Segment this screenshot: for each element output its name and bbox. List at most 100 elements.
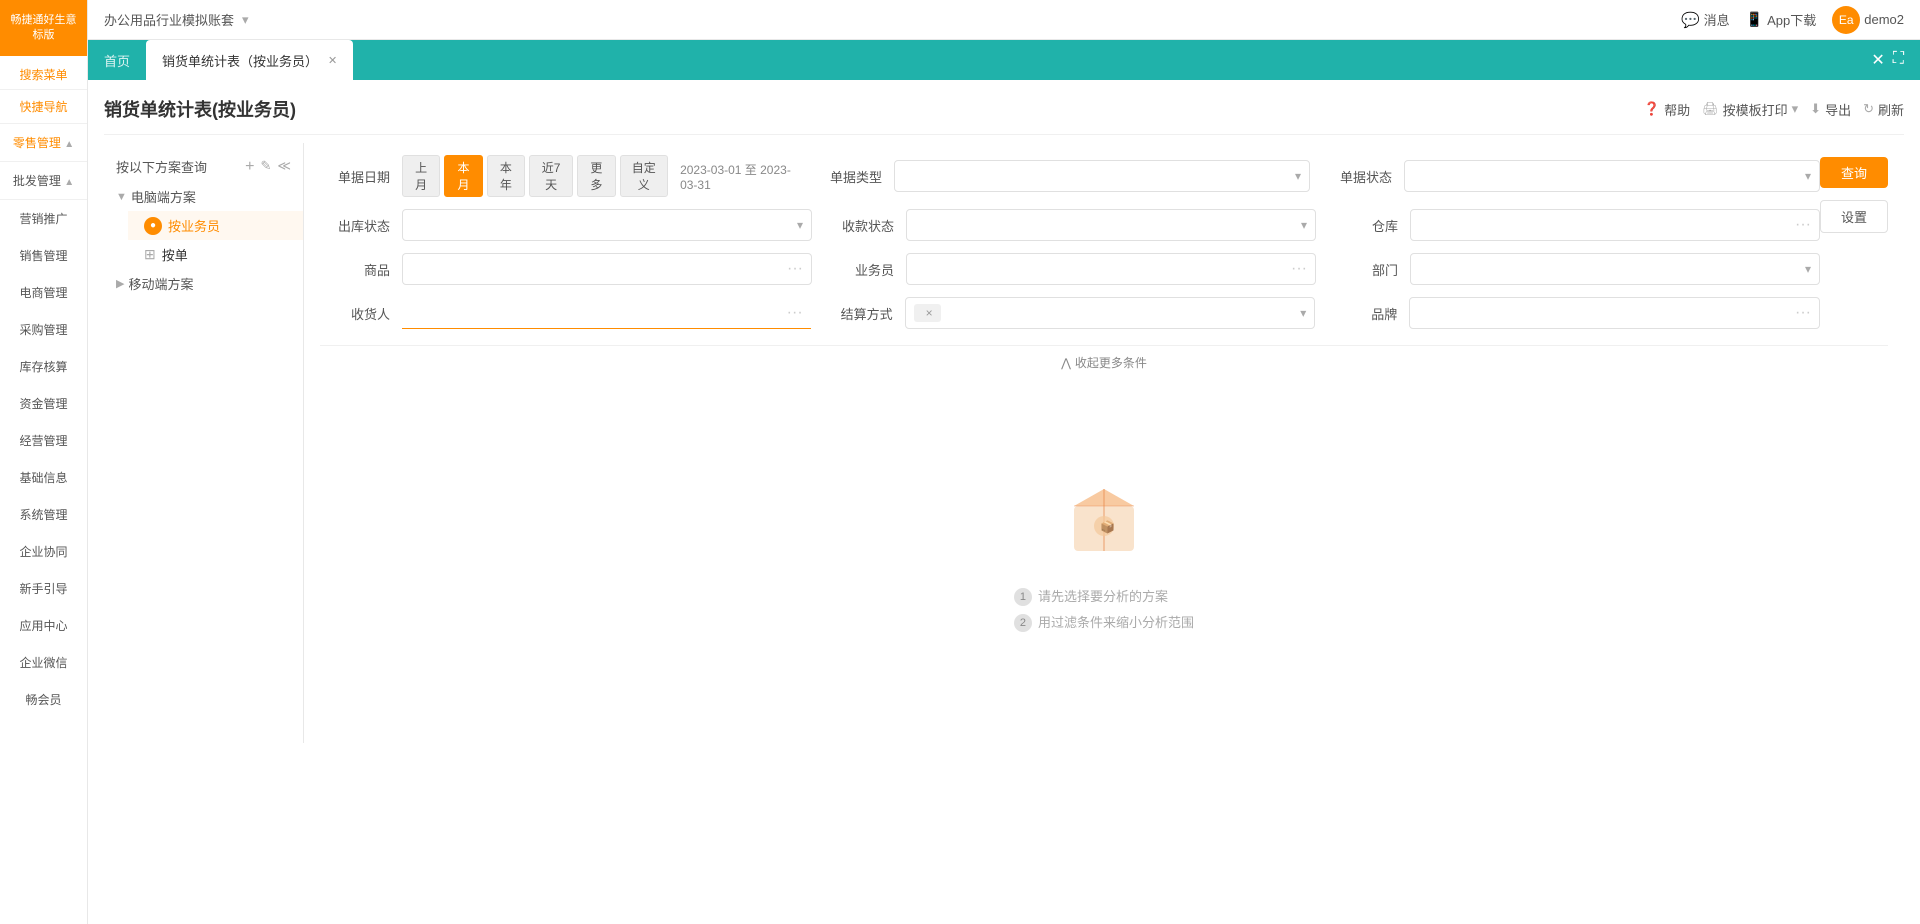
print-arrow-icon: ▾ [1792,101,1799,117]
sidebar-item-inventory[interactable]: 库存核算 [0,348,87,385]
sidebar-item-wholesale[interactable]: 批发管理 ▲ [0,162,87,200]
sidebar-item-ecom[interactable]: 电商管理 [0,274,87,311]
sidebar-quicknav[interactable]: 快捷导航 [0,90,87,124]
payment-field[interactable]: × ▾ [905,297,1316,329]
export-icon: ⬇ [1810,101,1821,117]
template-print-btn[interactable]: 🖨 按模板打印 ▾ [1702,100,1798,119]
dept-field[interactable]: ▾ [1410,253,1820,285]
sidebar-item-corp[interactable]: 企业协同 [0,533,87,570]
print-icon: 🖨 [1702,101,1719,117]
date-btn-last-month[interactable]: 上月 [402,155,440,197]
left-panel: 按以下方案查询 + ✎ ≪ ▼ 电脑端方案 ● [104,143,304,743]
tabbar: 首页 销货单统计表（按业务员） ✕ ✕ ⛶ [88,40,1920,80]
tree-item-by-salesperson[interactable]: ● 按业务员 [128,211,303,240]
receiver-dots: ··· [787,304,803,322]
sidebar-item-purchase[interactable]: 采购管理 [0,311,87,348]
filter-row-2: 出库状态 ▾ 收款状态 ▾ [320,209,1820,241]
main-layout: 按以下方案查询 + ✎ ≪ ▼ 电脑端方案 ● [104,143,1904,743]
tree-item-by-order[interactable]: ⊞ 按单 [128,240,303,269]
collapse-panel-icon[interactable]: ≪ [277,158,291,176]
close-window-icon[interactable]: ✕ [1871,50,1884,70]
page-title: 销货单统计表(按业务员) [104,96,296,122]
main-area: 办公用品行业模拟账套 ▾ 💬 消息 📱 App下载 Ea demo2 首页 销货… [88,0,1920,924]
sidebar-item-basic[interactable]: 基础信息 [0,459,87,496]
scheme-badge: ● [144,217,162,235]
empty-illustration: 📦 [1054,471,1154,564]
date-btn-more[interactable]: 更多 [577,155,615,197]
out-status-field[interactable]: ▾ [402,209,812,241]
date-btn-7days[interactable]: 近7天 [529,155,573,197]
receipt-status-field[interactable]: ▾ [906,209,1316,241]
date-label: 单据日期 [320,167,390,186]
doc-type-field[interactable]: ▾ [894,160,1310,192]
filter-form: 单据日期 上月 本月 本年 近7天 更多 自定义 2023-03-01 至 20… [320,155,1820,341]
filter-row-4: 收货人 ··· 结算方式 × [320,297,1820,329]
date-btn-this-year[interactable]: 本年 [487,155,525,197]
query-button[interactable]: 查询 [1820,157,1888,188]
tab-close-icon[interactable]: ✕ [328,54,337,67]
filter-area: 单据日期 上月 本月 本年 近7天 更多 自定义 2023-03-01 至 20… [304,143,1904,391]
export-btn[interactable]: ⬇ 导出 [1810,100,1851,119]
refresh-btn[interactable]: ↻ 刷新 [1863,100,1904,119]
doc-status-field[interactable]: ▾ [1404,160,1820,192]
dropdown-icon[interactable]: ▾ [242,12,249,28]
wholesale-arrow: ▲ [64,177,74,188]
panel-header: 按以下方案查询 + ✎ ≪ [104,151,303,182]
sidebar-item-marketing[interactable]: 营销推广 [0,200,87,237]
payment-tag-close[interactable]: × [926,306,933,320]
payment-label: 结算方式 [823,304,893,323]
topbar: 办公用品行业模拟账套 ▾ 💬 消息 📱 App下载 Ea demo2 [88,0,1920,40]
collapse-icon: ⋀ [1061,356,1071,370]
warehouse-label: 仓库 [1328,216,1398,235]
filter-section: 单据日期 上月 本月 本年 近7天 更多 自定义 2023-03-01 至 20… [320,155,1888,341]
sidebar-item-sales[interactable]: 销售管理 [0,237,87,274]
sidebar-item-system[interactable]: 系统管理 [0,496,87,533]
empty-tip-1: 1 请先选择要分析的方案 [1014,584,1194,610]
empty-state: 📦 1 请先选择要分析的方案 2 用过滤条件来缩小分析范围 [304,391,1904,716]
scheme-by-order-icon: ⊞ [144,246,156,263]
salesperson-label: 业务员 [824,260,894,279]
warehouse-dots: ··· [1795,216,1811,234]
message-icon: 💬 [1681,11,1700,29]
payment-tag: × [914,304,941,322]
topbar-left: 办公用品行业模拟账套 ▾ [104,10,249,29]
date-btn-custom[interactable]: 自定义 [620,155,669,197]
edit-scheme-icon[interactable]: ✎ [260,158,271,176]
add-scheme-icon[interactable]: + [245,158,254,176]
tip-num-2: 2 [1014,614,1032,632]
tree-section-mobile[interactable]: ▶ 移动端方案 [104,269,303,298]
sidebar-item-operation[interactable]: 经营管理 [0,422,87,459]
divider [104,134,1904,135]
logo-text: 畅捷通好生意 标版 [11,13,77,44]
date-btn-this-month[interactable]: 本月 [444,155,482,197]
tab-sales-stat[interactable]: 销货单统计表（按业务员） ✕ [146,40,353,80]
maximize-icon[interactable]: ⛶ [1893,50,1904,70]
sidebar-item-retail[interactable]: 零售管理 ▲ [0,124,87,162]
tree-section-pc[interactable]: ▼ 电脑端方案 [104,182,303,211]
brand-field[interactable]: ··· [1409,297,1820,329]
settings-button[interactable]: 设置 [1820,200,1888,233]
tab-home[interactable]: 首页 [88,40,146,80]
sidebar-item-wechat[interactable]: 企业微信 [0,644,87,681]
receiver-field[interactable]: ··· [402,297,811,329]
message-btn[interactable]: 💬 消息 [1681,10,1730,29]
right-panel: 单据日期 上月 本月 本年 近7天 更多 自定义 2023-03-01 至 20… [304,143,1904,743]
sidebar-item-newbie[interactable]: 新手引导 [0,570,87,607]
sidebar-item-vip[interactable]: 畅会员 [0,681,87,718]
app-download-btn[interactable]: 📱 App下载 [1746,10,1817,29]
user-area[interactable]: Ea demo2 [1832,6,1904,34]
topbar-right: 💬 消息 📱 App下载 Ea demo2 [1681,6,1904,34]
help-btn[interactable]: ❓ 帮助 [1644,100,1690,119]
doc-type-arrow: ▾ [1295,169,1301,183]
tip-num-1: 1 [1014,588,1032,606]
sidebar-logo: 畅捷通好生意 标版 [0,0,87,56]
tree-arrow-pc: ▼ [116,191,127,203]
collapse-button[interactable]: ⋀ 收起更多条件 [1061,354,1147,371]
sidebar-item-appstore[interactable]: 应用中心 [0,607,87,644]
salesperson-field[interactable]: ··· [906,253,1316,285]
goods-field[interactable]: ··· [402,253,812,285]
doc-status-arrow: ▾ [1805,169,1811,183]
warehouse-field[interactable]: ··· [1410,209,1820,241]
sidebar-search[interactable]: 搜索菜单 [0,56,87,90]
sidebar-item-finance[interactable]: 资金管理 [0,385,87,422]
